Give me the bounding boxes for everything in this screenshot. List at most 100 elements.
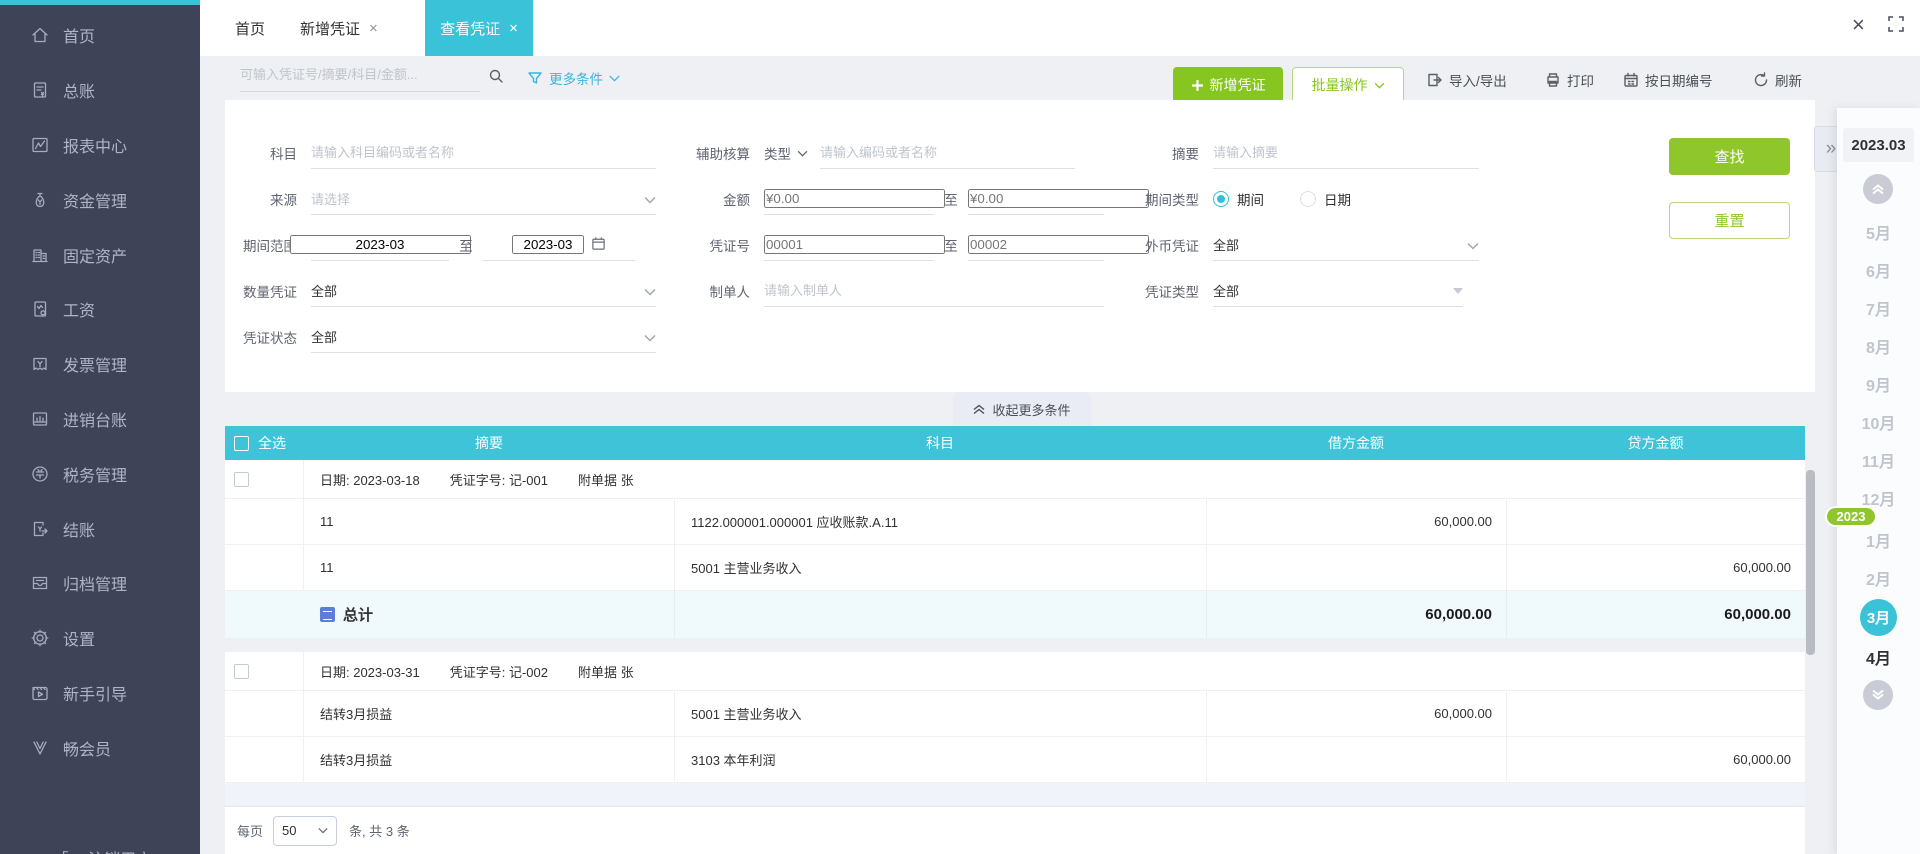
import-export-button[interactable]: 导入/导出 xyxy=(1427,70,1507,90)
source-select[interactable]: 请选择 xyxy=(311,183,656,215)
sidebar-item-label: 畅会员 xyxy=(63,741,112,759)
table-row[interactable]: 结转3月损益 3103 本年利润 60,000.00 xyxy=(225,736,1805,782)
table-row[interactable]: 11 5001 主营业务收入 60,000.00 xyxy=(225,544,1805,590)
vip-member-icon xyxy=(33,741,47,755)
window-fullscreen-icon[interactable] xyxy=(1888,16,1904,35)
sidebar-item-settings[interactable]: 设置 xyxy=(0,611,200,666)
month-item[interactable]: 11月 xyxy=(1837,448,1920,472)
voucher-type-select[interactable]: 全部 xyxy=(1213,275,1463,307)
voucher-search xyxy=(240,66,480,92)
voucher-no-label: 凭证号 xyxy=(709,239,751,254)
cell-credit xyxy=(1506,499,1805,544)
current-period-label: 2023.03 xyxy=(1843,128,1914,162)
month-item[interactable]: 9月 xyxy=(1837,372,1920,396)
month-item-active[interactable]: 3月 xyxy=(1860,599,1897,636)
month-item[interactable]: 10月 xyxy=(1837,410,1920,434)
cell-summary: 11 xyxy=(320,560,334,575)
sidebar-item-general-ledger[interactable]: 总账 xyxy=(0,63,200,118)
aux-type-select[interactable]: 类型 xyxy=(764,143,808,163)
sidebar-item-tax[interactable]: 税务管理 xyxy=(0,446,200,501)
month-item[interactable]: 8月 xyxy=(1837,334,1920,358)
preparer-input[interactable] xyxy=(764,283,1104,298)
aux-label: 辅助核算 xyxy=(696,147,750,162)
period-from-input[interactable] xyxy=(289,235,471,254)
voucher-no-from-input[interactable] xyxy=(764,235,945,254)
table-row[interactable]: 结转3月损益 5001 主营业务收入 60,000.00 xyxy=(225,690,1805,736)
sidebar-item-home[interactable]: 首页 xyxy=(0,8,200,63)
amount-from-input[interactable] xyxy=(764,189,945,208)
sidebar-item-label: 归档管理 xyxy=(63,577,128,595)
sidebar-item-invoice[interactable]: 发票管理 xyxy=(0,337,200,392)
table-scrollbar[interactable] xyxy=(1806,470,1815,655)
collapse-filters-button[interactable]: 收起更多条件 xyxy=(953,392,1091,426)
month-item[interactable]: 4月 xyxy=(1837,645,1920,669)
row-checkbox[interactable] xyxy=(234,663,249,679)
voucher-status-value: 全部 xyxy=(311,330,338,345)
month-item[interactable]: 2月 xyxy=(1837,566,1920,590)
home-icon xyxy=(32,28,48,43)
total-label: 总计 xyxy=(343,607,374,624)
collapse-filters-label: 收起更多条件 xyxy=(992,402,1071,418)
tab-view-voucher[interactable]: 查看凭证 × xyxy=(425,0,533,56)
cell-subject: 5001 主营业务收入 xyxy=(674,545,1206,590)
inventory-icon xyxy=(32,412,48,426)
tab-home[interactable]: 首页 xyxy=(235,0,265,56)
sidebar-item-logout[interactable]: 注销用户 xyxy=(0,838,200,854)
period-type-radio-date[interactable]: 日期 xyxy=(1300,189,1351,209)
search-icon xyxy=(489,69,503,83)
print-button[interactable]: 打印 xyxy=(1545,70,1594,90)
qty-voucher-select[interactable]: 全部 xyxy=(311,275,656,307)
period-type-radio-period[interactable]: 期间 xyxy=(1213,189,1264,209)
select-all-checkbox[interactable] xyxy=(234,435,249,451)
sidebar-item-report-center[interactable]: 报表中心 xyxy=(0,118,200,173)
column-header-debit: 借方金额 xyxy=(1328,435,1384,451)
month-item[interactable]: 1月 xyxy=(1837,528,1920,552)
voucher-status-select[interactable]: 全部 xyxy=(311,321,656,353)
subject-input[interactable] xyxy=(311,145,656,160)
sidebar-item-payroll[interactable]: 工资 xyxy=(0,282,200,337)
tab-new-voucher[interactable]: 新增凭证 × xyxy=(300,0,378,56)
radio-unselected-icon xyxy=(1300,191,1316,207)
sidebar-item-closing[interactable]: 结账 xyxy=(0,501,200,556)
search-button[interactable] xyxy=(488,68,504,84)
sidebar-item-inventory-ledger[interactable]: 进销台账 xyxy=(0,392,200,447)
sidebar-item-membership[interactable]: 畅会员 xyxy=(0,720,200,775)
building-icon xyxy=(32,248,48,262)
add-voucher-button[interactable]: 新增凭证 xyxy=(1173,67,1283,103)
reset-button[interactable]: 重置 xyxy=(1669,202,1790,239)
scroll-up-button[interactable] xyxy=(1863,174,1893,204)
sidebar-item-archive[interactable]: 归档管理 xyxy=(0,556,200,611)
refresh-button[interactable]: 刷新 xyxy=(1753,70,1802,90)
search-input[interactable] xyxy=(240,67,480,82)
aux-input[interactable] xyxy=(820,145,1075,160)
tab-close-icon[interactable]: × xyxy=(369,20,378,37)
table-row[interactable]: 11 1122.000001.000001 应收账款.A.11 60,000.0… xyxy=(225,498,1805,544)
period-to-field[interactable] xyxy=(483,229,635,261)
summary-input[interactable] xyxy=(1213,145,1479,160)
app-window: 首页 总账 报表中心 资金管理 固定资产 工资 发票管理 进销台账 税务管理 结… xyxy=(0,0,1920,854)
month-item[interactable]: 6月 xyxy=(1837,258,1920,282)
per-page-select[interactable]: 50 xyxy=(273,815,338,846)
number-by-date-button[interactable]: 按日期编号 xyxy=(1623,70,1713,90)
month-item[interactable]: 5月 xyxy=(1837,220,1920,244)
month-item[interactable]: 7月 xyxy=(1837,296,1920,320)
sidebar-item-fixed-assets[interactable]: 固定资产 xyxy=(0,227,200,282)
window-close-icon[interactable]: × xyxy=(1852,12,1865,38)
filter-funnel-icon xyxy=(528,72,542,84)
ledger-icon xyxy=(33,82,47,98)
sidebar-item-label: 发票管理 xyxy=(63,358,128,376)
foreign-currency-select[interactable]: 全部 xyxy=(1213,229,1479,261)
batch-operations-button[interactable]: 批量操作 xyxy=(1292,67,1404,103)
sidebar-item-funds[interactable]: 资金管理 xyxy=(0,172,200,227)
row-checkbox[interactable] xyxy=(234,471,249,487)
group-voucher-no: 凭证字号: 记-002 xyxy=(449,664,548,680)
more-filters-button[interactable]: 更多条件 xyxy=(527,68,620,88)
tab-close-icon[interactable]: × xyxy=(509,20,518,37)
sidebar-item-guide[interactable]: 新手引导 xyxy=(0,666,200,721)
scroll-down-button[interactable] xyxy=(1863,680,1893,710)
group-attachment: 附单据 张 xyxy=(577,664,634,680)
chevron-down-icon xyxy=(1374,82,1384,89)
period-to-input[interactable] xyxy=(512,235,584,254)
find-button[interactable]: 查找 xyxy=(1669,138,1790,175)
calendar-icon[interactable] xyxy=(591,236,606,254)
